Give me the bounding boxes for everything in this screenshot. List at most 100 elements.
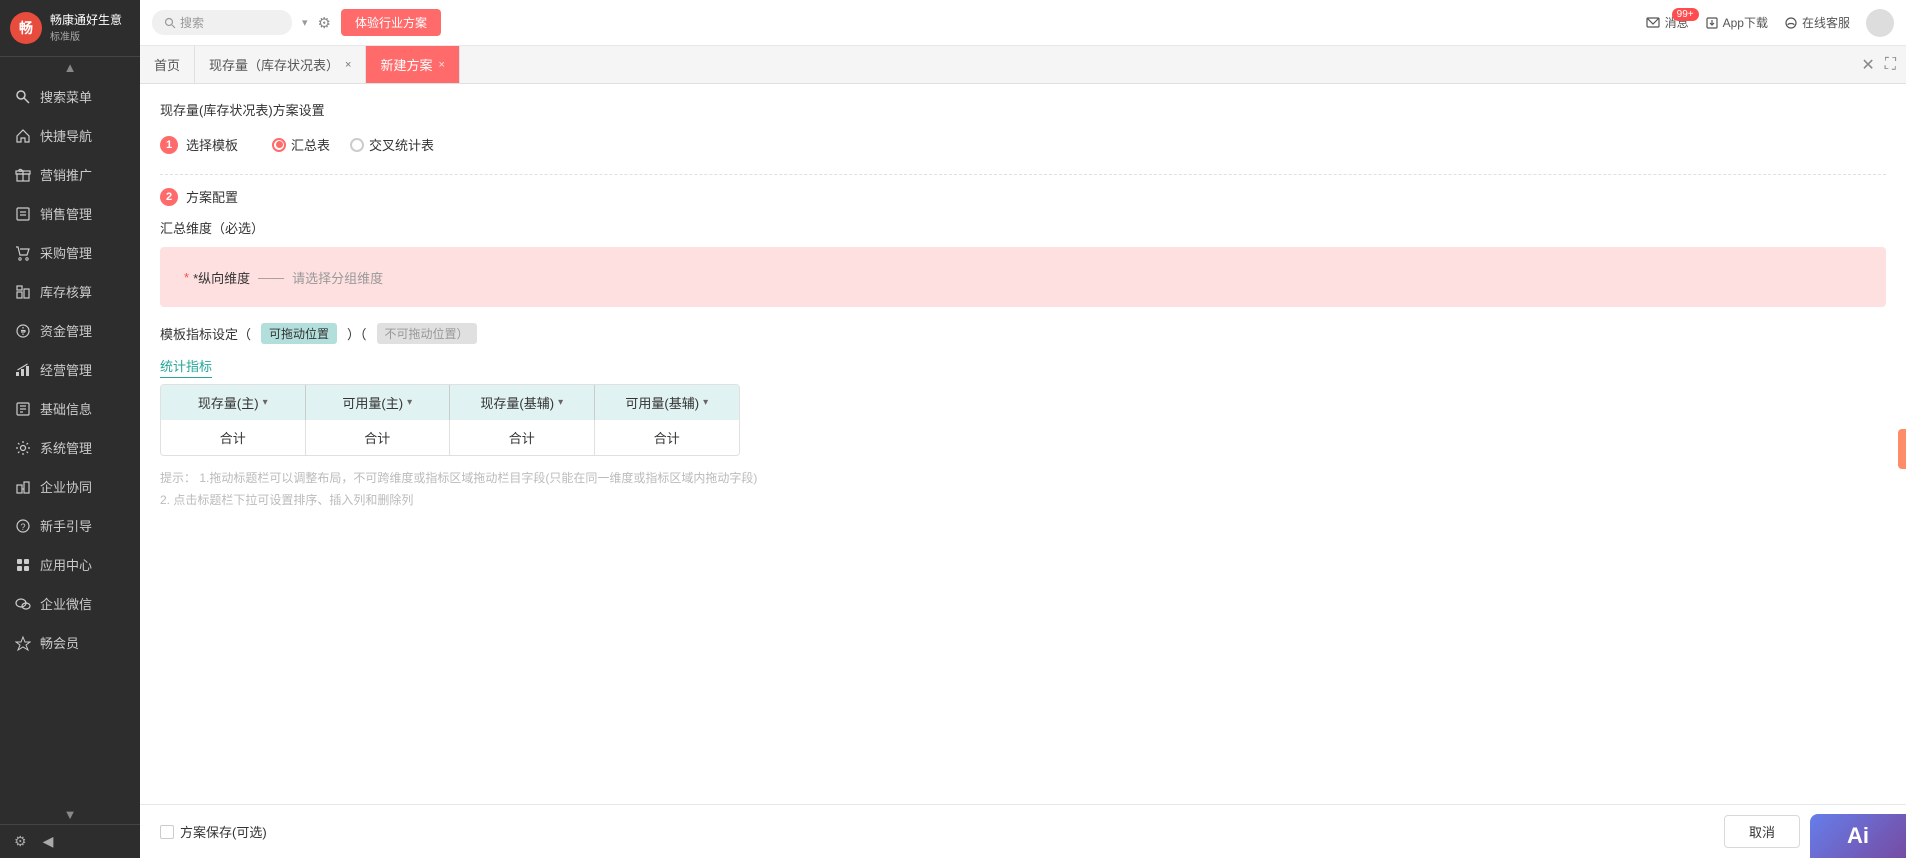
tab-inventory[interactable]: 现存量（库存状况表） ×	[195, 46, 366, 83]
template-option-cross[interactable]: 交叉统计表	[350, 135, 434, 154]
sidebar-item-finance-label: 资金管理	[40, 321, 92, 340]
resize-handle[interactable]	[1898, 429, 1906, 469]
topbar-chevron-icon[interactable]: ▾	[302, 16, 308, 29]
sidebar-item-wechat[interactable]: 企业微信	[0, 584, 140, 623]
app-version: 标准版	[50, 28, 122, 43]
sidebar-item-inventory-label: 库存核算	[40, 282, 92, 301]
ai-fab-label: Ai	[1847, 823, 1869, 849]
tab-inventory-close-icon[interactable]: ×	[345, 59, 351, 71]
indicator-tag-inactive: 不可拖动位置）	[377, 323, 477, 344]
sidebar-item-wechat-label: 企业微信	[40, 594, 92, 613]
tab-new-scheme-label: 新建方案	[380, 55, 432, 74]
stats-col3-body: 合计	[450, 420, 595, 455]
svg-text:?: ?	[21, 522, 26, 532]
col4-chevron-icon[interactable]: ▾	[703, 397, 708, 408]
sidebar-item-sales-label: 销售管理	[40, 204, 92, 223]
stats-col2-body: 合计	[306, 420, 451, 455]
indicator-separator: ）（	[347, 324, 367, 343]
sidebar-scroll-down[interactable]: ▼	[0, 804, 140, 824]
sidebar-item-app-center[interactable]: 应用中心	[0, 545, 140, 584]
topbar-gear-icon[interactable]: ⚙	[318, 14, 331, 32]
stats-title: 统计指标	[160, 356, 212, 378]
sidebar-item-quick-nav[interactable]: 快捷导航	[0, 116, 140, 155]
page-title: 现存量(库存状况表)方案设置	[160, 100, 1886, 119]
sidebar-item-operations-label: 经营管理	[40, 360, 92, 379]
online-service-button[interactable]: 在线客服	[1784, 14, 1850, 31]
sidebar-item-guide[interactable]: ? 新手引导	[0, 506, 140, 545]
trial-button[interactable]: 体验行业方案	[341, 9, 441, 36]
sidebar-item-vip[interactable]: 畅会员	[0, 623, 140, 662]
tab-new-scheme[interactable]: 新建方案 ×	[366, 46, 459, 83]
settings-bottom-icon[interactable]: ⚙	[14, 833, 27, 850]
sidebar-item-enterprise[interactable]: 企业协同	[0, 467, 140, 506]
sidebar-item-quick-nav-label: 快捷导航	[40, 126, 92, 145]
tab-new-scheme-close-icon[interactable]: ×	[438, 59, 444, 71]
search-placeholder: 搜索	[180, 14, 204, 31]
tabbar: 首页 现存量（库存状况表） × 新建方案 × ✕ ⛶	[140, 46, 1906, 84]
dimension-section-label: 汇总维度（必选）	[160, 218, 1886, 237]
sidebar-item-system-label: 系统管理	[40, 438, 92, 457]
stats-col1-header[interactable]: 现存量(主) ▾	[161, 385, 306, 420]
vertical-dim-label: *纵向维度	[193, 268, 250, 287]
sidebar-item-basic-info-label: 基础信息	[40, 399, 92, 418]
cancel-button[interactable]: 取消	[1724, 815, 1800, 848]
stats-section: 统计指标 现存量(主) ▾ 可用量(主) ▾	[160, 356, 1886, 456]
app-center-icon	[14, 556, 32, 574]
sidebar-item-guide-label: 新手引导	[40, 516, 92, 535]
sidebar-item-vip-label: 畅会员	[40, 633, 79, 652]
ai-fab-button[interactable]: Ai	[1810, 814, 1906, 858]
gift-icon	[14, 166, 32, 184]
col1-chevron-icon[interactable]: ▾	[263, 397, 268, 408]
sidebar: 畅 畅康通好生意 标准版 ▲ 搜索菜单 快捷导航 营销推广	[0, 0, 140, 858]
main-area: 搜索 ▾ ⚙ 体验行业方案 消息 99+ App下载 在线客服 首页	[140, 0, 1906, 858]
system-icon	[14, 439, 32, 457]
section2-title: 方案配置	[186, 187, 238, 206]
radio-cross-icon	[350, 138, 364, 152]
stats-col4-body: 合计	[595, 420, 740, 455]
sales-icon	[14, 205, 32, 223]
sidebar-item-marketing-label: 营销推广	[40, 165, 92, 184]
col3-chevron-icon[interactable]: ▾	[558, 397, 563, 408]
sidebar-item-operations[interactable]: 经营管理	[0, 350, 140, 389]
basic-info-icon	[14, 400, 32, 418]
dimension-placeholder: 请选择分组维度	[292, 268, 383, 287]
dimension-area[interactable]: * *纵向维度 —— 请选择分组维度	[160, 247, 1886, 307]
home-icon	[14, 127, 32, 145]
section1-title: 选择模板	[186, 135, 238, 154]
sidebar-item-inventory[interactable]: 库存核算	[0, 272, 140, 311]
save-checkbox[interactable]	[160, 825, 174, 839]
tab-home[interactable]: 首页	[140, 46, 195, 83]
operations-icon	[14, 361, 32, 379]
speaker-icon[interactable]: ◀	[43, 833, 54, 850]
tab-expand-icon[interactable]: ⛶	[1885, 56, 1896, 74]
topbar-search[interactable]: 搜索	[152, 10, 292, 35]
sidebar-item-marketing[interactable]: 营销推广	[0, 155, 140, 194]
sidebar-scroll-up[interactable]: ▲	[0, 57, 140, 77]
section-template: 1 选择模板 汇总表 交叉统计表	[160, 135, 1886, 154]
stats-col3-header[interactable]: 现存量(基辅) ▾	[450, 385, 595, 420]
sidebar-item-sales[interactable]: 销售管理	[0, 194, 140, 233]
section2-num: 2	[160, 188, 178, 206]
sidebar-item-system[interactable]: 系统管理	[0, 428, 140, 467]
sidebar-item-search[interactable]: 搜索菜单	[0, 77, 140, 116]
inventory-icon	[14, 283, 32, 301]
sidebar-item-basic-info[interactable]: 基础信息	[0, 389, 140, 428]
save-option-label: 方案保存(可选)	[180, 822, 267, 841]
template-option-summary[interactable]: 汇总表	[272, 135, 330, 154]
tab-close-all-icon[interactable]: ✕	[1861, 55, 1874, 75]
messages-button[interactable]: 消息 99+	[1645, 14, 1689, 31]
sidebar-item-purchase[interactable]: 采购管理	[0, 233, 140, 272]
sidebar-item-finance[interactable]: 资金管理	[0, 311, 140, 350]
user-avatar[interactable]	[1866, 9, 1894, 37]
app-download-button[interactable]: App下载	[1705, 14, 1768, 31]
topbar-right: 消息 99+ App下载 在线客服	[1645, 9, 1894, 37]
section1-header: 1 选择模板 汇总表 交叉统计表	[160, 135, 1886, 154]
radio-summary-icon	[272, 138, 286, 152]
save-option[interactable]: 方案保存(可选)	[160, 822, 267, 841]
logo-icon: 畅	[10, 12, 42, 44]
stats-col4-header[interactable]: 可用量(基辅) ▾	[595, 385, 740, 420]
col2-chevron-icon[interactable]: ▾	[407, 397, 412, 408]
indicator-settings-label: 模板指标设定（	[160, 324, 251, 343]
finance-icon	[14, 322, 32, 340]
stats-col2-header[interactable]: 可用量(主) ▾	[306, 385, 451, 420]
